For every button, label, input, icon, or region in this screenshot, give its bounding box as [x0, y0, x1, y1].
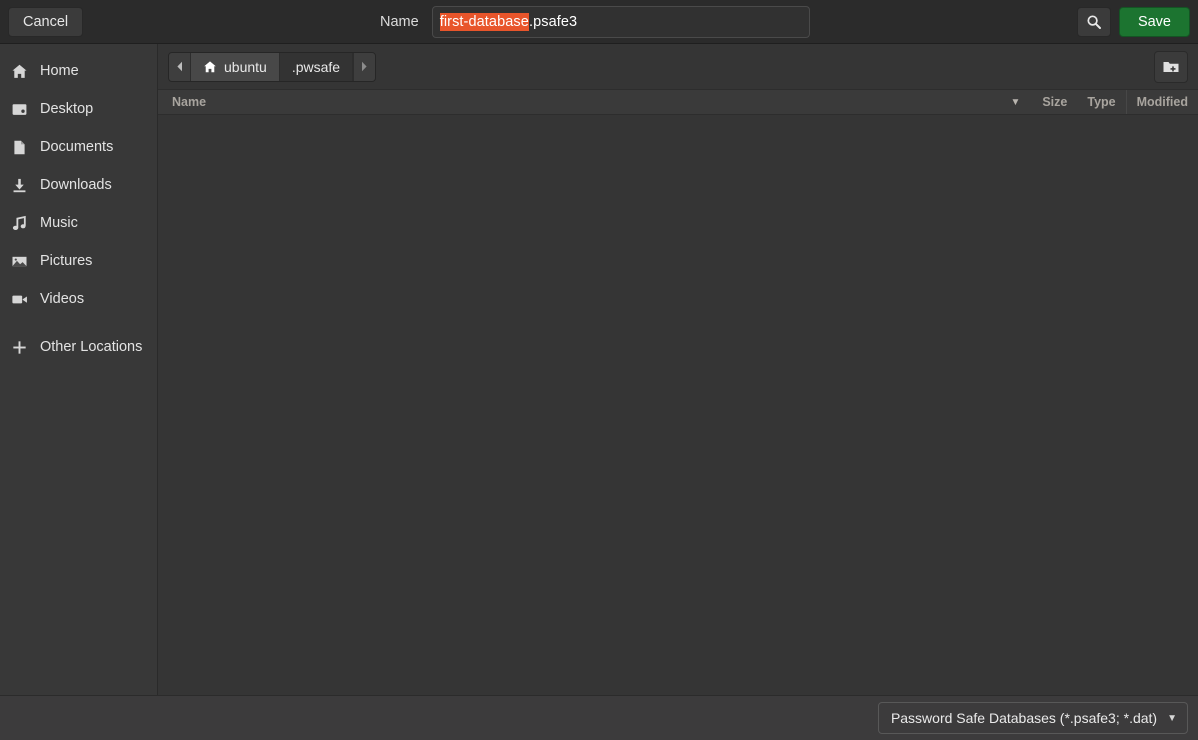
new-folder-button[interactable] — [1154, 50, 1188, 83]
sidebar-divider — [0, 318, 157, 328]
header-actions: Save — [1076, 0, 1190, 44]
sidebar-item-label: Home — [40, 63, 79, 79]
sidebar-item-label: Music — [40, 215, 78, 231]
sidebar-item-label: Desktop — [40, 101, 94, 117]
column-header-size[interactable]: Size — [1032, 90, 1077, 114]
filename-extension-text: .psafe3 — [528, 14, 578, 30]
sidebar-item-label: Videos — [40, 291, 85, 307]
column-header-type[interactable]: Type — [1077, 90, 1125, 114]
sidebar-item-other-locations[interactable]: Other Locations — [0, 328, 157, 366]
picture-icon — [10, 252, 28, 270]
path-bar: ubuntu .pwsafe — [158, 44, 1198, 89]
breadcrumb-item-ubuntu[interactable]: ubuntu — [191, 52, 280, 81]
music-note-icon — [10, 214, 28, 232]
plus-icon — [10, 338, 28, 356]
column-header-name[interactable]: Name ▼ — [158, 95, 1032, 109]
sort-descending-icon: ▼ — [1010, 96, 1021, 108]
breadcrumb: ubuntu .pwsafe — [168, 51, 377, 82]
save-button-label: Save — [1137, 14, 1171, 30]
sidebar-item-label: Pictures — [40, 253, 93, 269]
file-filter-label: Password Safe Databases (*.psafe3; *.dat… — [890, 710, 1158, 726]
search-icon — [1086, 14, 1102, 30]
sidebar-item-label: Documents — [40, 139, 114, 155]
desktop-icon — [10, 100, 28, 118]
sidebar-item-downloads[interactable]: Downloads — [0, 166, 157, 204]
video-camera-icon — [10, 290, 28, 308]
filename-input[interactable]: first-database.psafe3 — [431, 6, 810, 38]
filename-text: first-database.psafe3 — [439, 13, 578, 31]
column-header-size-label: Size — [1042, 95, 1068, 109]
header-bar: Cancel Name first-database.psafe3 Save — [0, 0, 1198, 44]
new-folder-icon — [1162, 59, 1180, 75]
column-header-name-label: Name — [172, 95, 207, 109]
column-header-modified-label: Modified — [1136, 95, 1188, 109]
breadcrumb-item-pwsafe[interactable]: .pwsafe — [279, 52, 354, 81]
cancel-button-label: Cancel — [23, 13, 69, 30]
breadcrumb-back-button[interactable] — [169, 52, 191, 81]
sidebar-item-desktop[interactable]: Desktop — [0, 90, 157, 128]
sidebar-item-music[interactable]: Music — [0, 204, 157, 242]
filename-selected-text: first-database — [439, 13, 529, 31]
name-field-group: Name first-database.psafe3 — [380, 0, 810, 44]
cancel-button[interactable]: Cancel — [8, 6, 84, 37]
home-icon — [203, 60, 217, 74]
places-sidebar: Home Desktop Documents Downloads Music P… — [0, 44, 158, 695]
save-button[interactable]: Save — [1118, 7, 1190, 37]
column-header-modified[interactable]: Modified — [1125, 90, 1198, 114]
breadcrumb-forward-button[interactable] — [353, 52, 376, 81]
footer-bar: Password Safe Databases (*.psafe3; *.dat… — [0, 695, 1198, 740]
download-icon — [10, 176, 28, 194]
document-icon — [10, 138, 28, 156]
sidebar-item-videos[interactable]: Videos — [0, 280, 157, 318]
column-header-type-label: Type — [1087, 95, 1116, 109]
sidebar-item-home[interactable]: Home — [0, 52, 157, 90]
chevron-down-icon: ▼ — [1167, 712, 1177, 724]
dialog-body: Home Desktop Documents Downloads Music P… — [0, 44, 1198, 695]
search-button[interactable] — [1076, 7, 1111, 37]
file-list[interactable] — [158, 115, 1198, 695]
sidebar-item-documents[interactable]: Documents — [0, 128, 157, 166]
breadcrumb-item-label: ubuntu — [224, 58, 267, 75]
sidebar-item-pictures[interactable]: Pictures — [0, 242, 157, 280]
breadcrumb-item-label: .pwsafe — [291, 58, 341, 75]
sidebar-item-label: Downloads — [40, 177, 112, 193]
file-list-column-headers: Name ▼ Size Type Modified — [158, 89, 1198, 115]
sidebar-item-label: Other Locations — [40, 339, 143, 355]
name-label: Name — [380, 14, 419, 30]
home-icon — [10, 62, 28, 80]
file-filter-dropdown[interactable]: Password Safe Databases (*.psafe3; *.dat… — [877, 702, 1188, 734]
file-chooser-dialog: Cancel Name first-database.psafe3 Save H… — [0, 0, 1198, 740]
file-browser-pane: ubuntu .pwsafe Name ▼ Size Type Modified — [158, 44, 1198, 695]
